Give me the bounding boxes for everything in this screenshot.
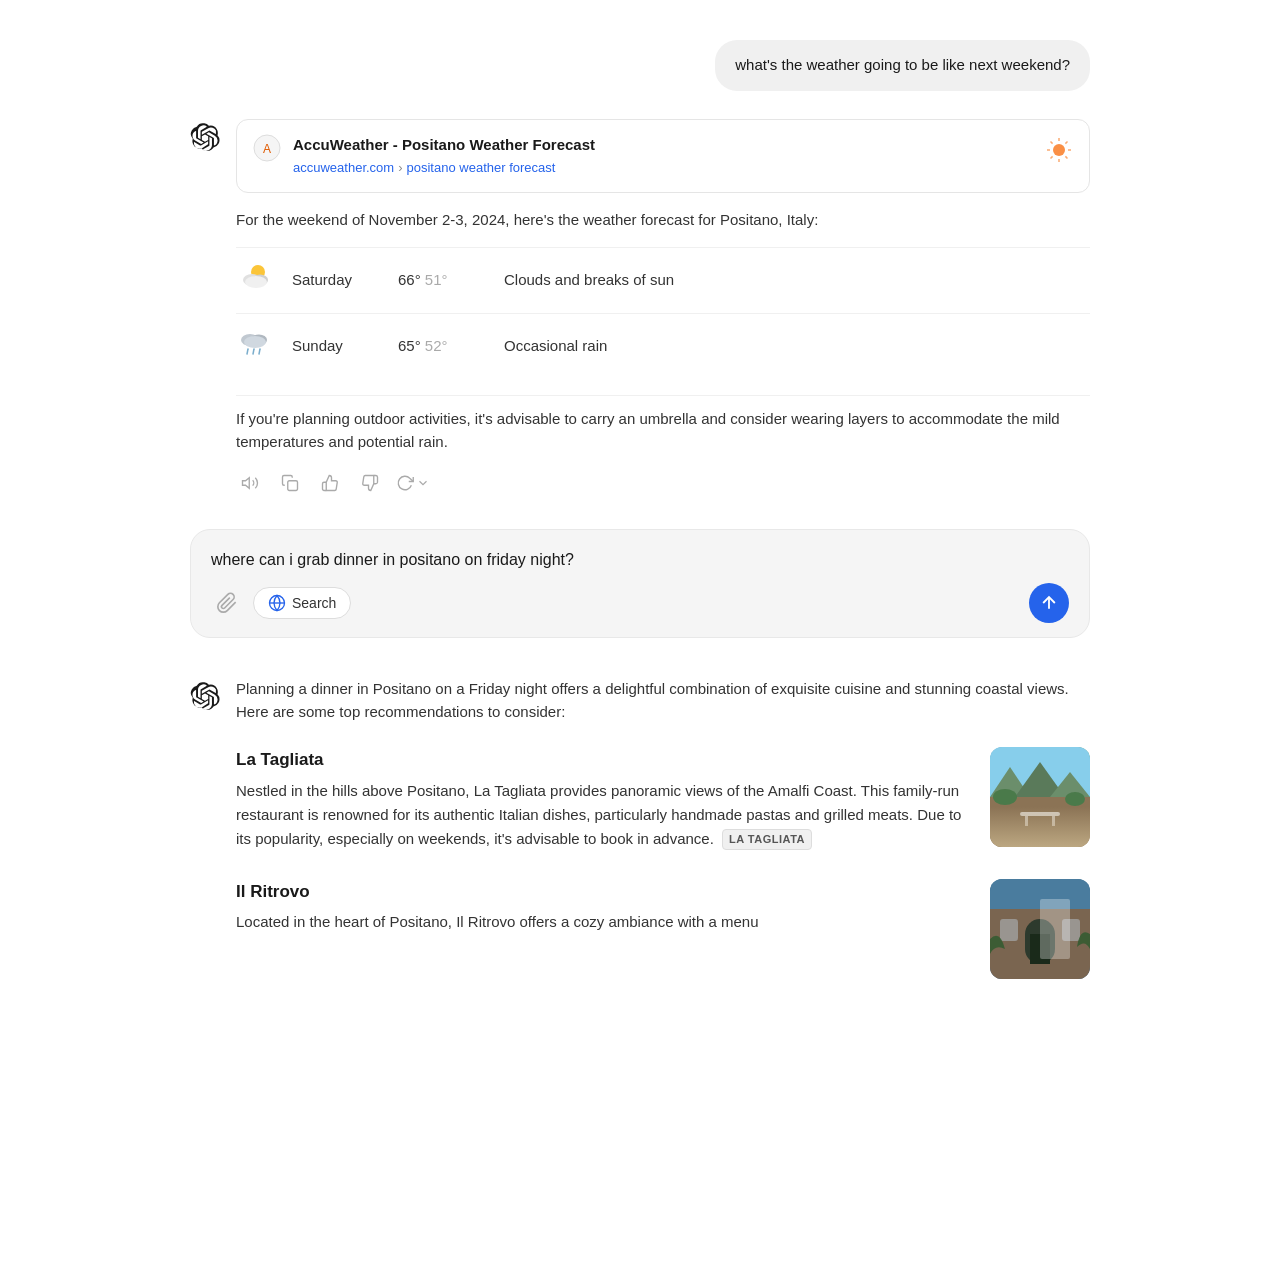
svg-line-7 [1051,141,1053,143]
svg-rect-35 [1052,816,1055,826]
saturday-weather-icon [236,258,276,303]
svg-line-18 [247,349,248,354]
restaurant-card-la-tagliata: La Tagliata Nestled in the hills above P… [236,747,1090,851]
svg-point-17 [244,336,266,348]
sunday-temp: 65° 52° [398,335,488,358]
source-card-title: AccuWeather - Positano Weather Forecast [293,134,1073,157]
svg-point-31 [993,789,1017,805]
la-tagliata-name: La Tagliata [236,747,970,773]
ai-response-1: A AccuWeather - Positano Weather Forecas… [190,119,1090,498]
copy-icon[interactable] [276,469,304,497]
ai-content-2: Planning a dinner in Positano on a Frida… [236,678,1090,1007]
svg-rect-22 [288,481,298,491]
saturday-label: Saturday [292,269,382,292]
svg-line-9 [1065,141,1067,143]
la-tagliata-tag: LA TAGLIATA [722,829,812,851]
ai-content-1: A AccuWeather - Positano Weather Forecas… [236,119,1090,498]
search-button-label: Search [292,595,336,611]
svg-marker-21 [243,478,250,489]
forecast-advice-text: If you're planning outdoor activities, i… [236,395,1090,453]
svg-point-32 [1065,792,1085,806]
svg-rect-41 [1062,919,1080,941]
search-button[interactable]: Search [253,587,351,619]
user-message-1: what's the weather going to be like next… [190,20,1090,91]
sunday-weather-icon [236,324,276,369]
forecast-intro-text: For the weekend of November 2-3, 2024, h… [236,209,1090,232]
la-tagliata-image [990,747,1090,847]
il-ritrovo-text: Il Ritrovo Located in the heart of Posit… [236,879,970,935]
il-ritrovo-image [990,879,1090,979]
sunday-desc: Occasional rain [504,335,607,358]
svg-rect-38 [1025,919,1055,964]
ai-avatar-1 [190,123,220,153]
svg-rect-40 [1000,919,1018,941]
saturday-temp: 66° 51° [398,269,488,292]
input-left-actions: Search [211,587,351,619]
input-box: Search [190,529,1090,638]
thumbs-up-icon[interactable] [316,469,344,497]
thumbs-down-icon[interactable] [356,469,384,497]
la-tagliata-text: La Tagliata Nestled in the hills above P… [236,747,970,851]
chat-input[interactable] [211,551,1069,569]
svg-line-20 [259,349,260,354]
restaurant-card-il-ritrovo: Il Ritrovo Located in the heart of Posit… [236,879,1090,979]
source-card-body: AccuWeather - Positano Weather Forecast … [293,134,1073,178]
response-action-icons [236,469,1090,497]
source-path: positano weather forecast [407,158,556,178]
user-bubble-1: what's the weather going to be like next… [715,40,1090,91]
ai-response-2: Planning a dinner in Positano on a Frida… [190,678,1090,1007]
svg-rect-39 [1030,934,1050,964]
svg-point-2 [1053,144,1065,156]
source-card-accuweather: A AccuWeather - Positano Weather Forecas… [236,119,1090,193]
ai-avatar-2 [190,682,220,712]
weather-row-saturday: Saturday 66° 51° Clouds and breaks of su… [236,247,1090,313]
source-domain: accuweather.com [293,158,394,178]
svg-line-8 [1065,156,1067,158]
il-ritrovo-name: Il Ritrovo [236,879,970,905]
svg-rect-34 [1025,816,1028,826]
la-tagliata-desc: Nestled in the hills above Positano, La … [236,779,970,851]
weather-row-sunday: Sunday 65° 52° Occasional rain [236,313,1090,379]
svg-line-19 [253,349,254,354]
svg-line-10 [1051,156,1053,158]
svg-rect-33 [1020,812,1060,816]
sunday-label: Sunday [292,335,382,358]
source-card-url: accuweather.com › positano weather forec… [293,158,1073,178]
saturday-desc: Clouds and breaks of sun [504,269,674,292]
user-bubble-1-text: what's the weather going to be like next… [735,56,1070,73]
input-actions-row: Search [211,583,1069,623]
refresh-dropdown[interactable] [396,474,430,492]
speak-icon[interactable] [236,469,264,497]
sun-weather-icon [1045,136,1073,171]
source-arrow: › [398,158,402,178]
send-button[interactable] [1029,583,1069,623]
svg-text:A: A [263,142,271,156]
il-ritrovo-desc: Located in the heart of Positano, Il Rit… [236,910,970,934]
accuweather-logo: A [253,134,281,162]
restaurant-intro-text: Planning a dinner in Positano on a Frida… [236,678,1090,723]
weather-forecast-table: Saturday 66° 51° Clouds and breaks of su… [236,247,1090,379]
attach-button[interactable] [211,587,243,619]
svg-point-14 [245,276,267,288]
